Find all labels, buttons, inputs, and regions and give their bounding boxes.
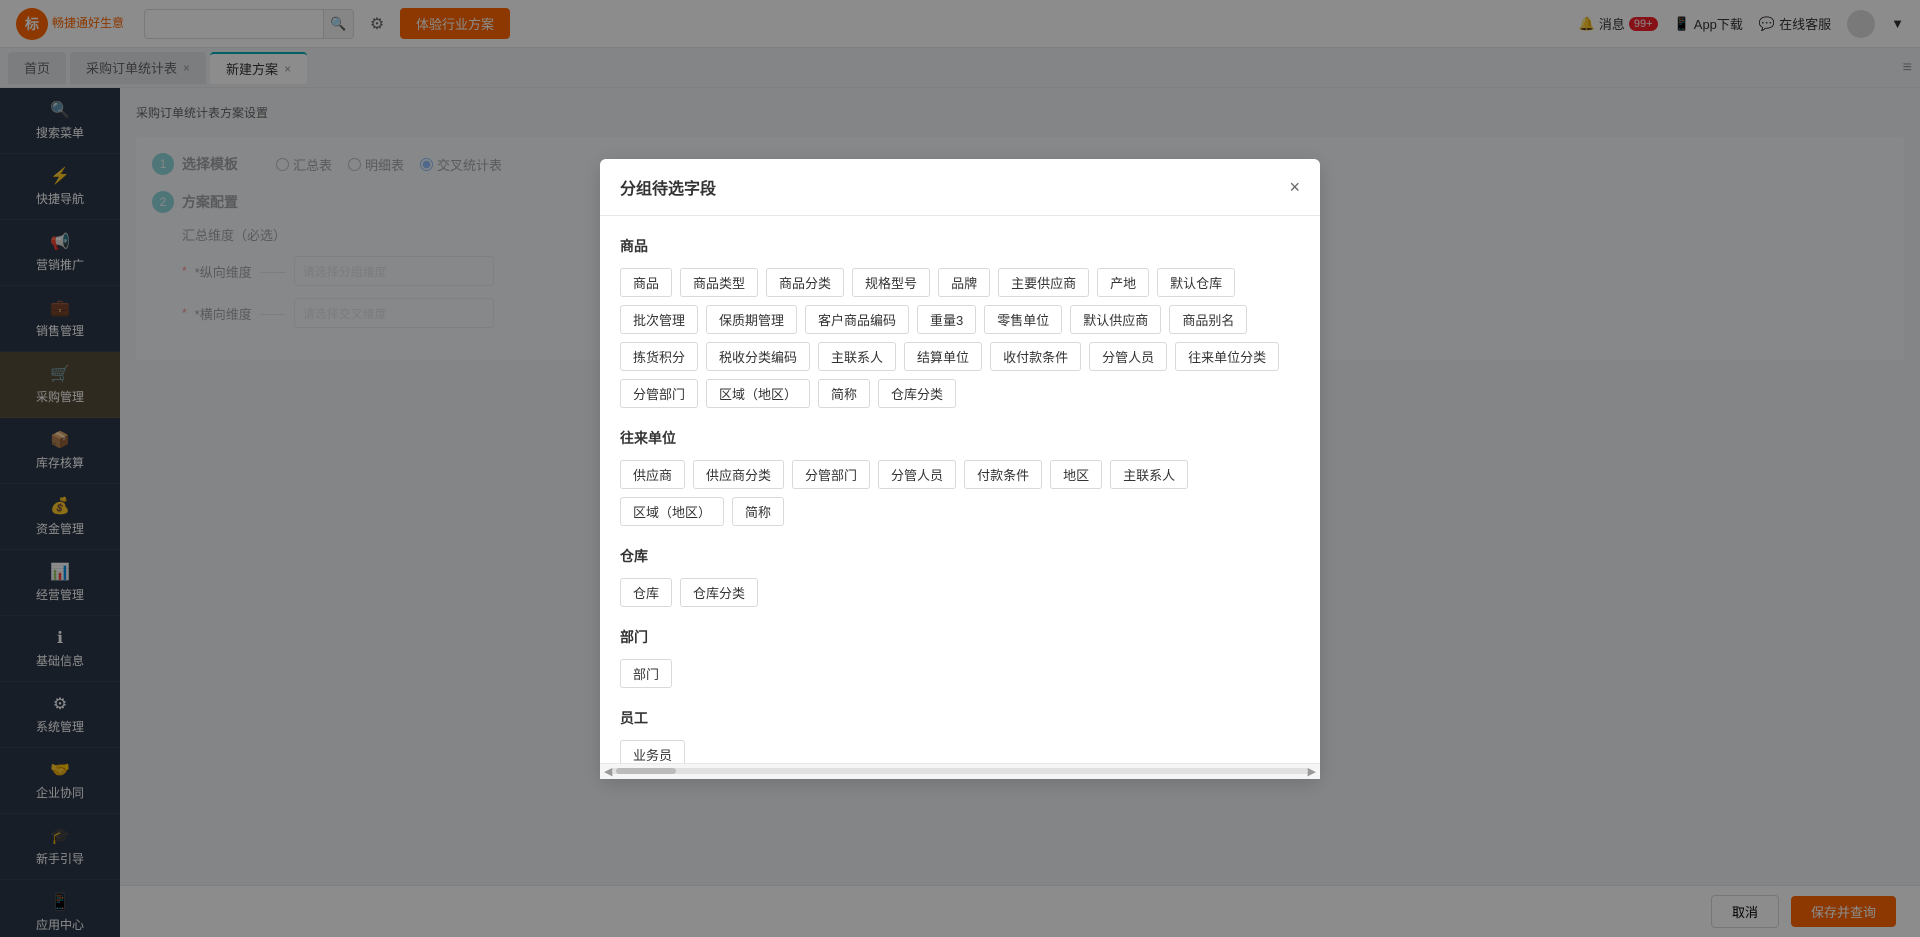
field-tag-1-7[interactable]: 区域（地区） — [620, 497, 724, 526]
field-tag-0-0[interactable]: 商品 — [620, 268, 672, 297]
field-tag-0-5[interactable]: 主要供应商 — [998, 268, 1089, 297]
field-tag-0-18[interactable]: 结算单位 — [904, 342, 982, 371]
field-tag-0-24[interactable]: 简称 — [818, 379, 870, 408]
field-tag-0-20[interactable]: 分管人员 — [1089, 342, 1167, 371]
field-tag-0-10[interactable]: 客户商品编码 — [805, 305, 909, 334]
modal-header: 分组待选字段 × — [600, 159, 1320, 216]
modal-close-button[interactable]: × — [1289, 178, 1300, 196]
modal-dialog: 分组待选字段 × 商品商品商品类型商品分类规格型号品牌主要供应商产地默认仓库批次… — [600, 159, 1320, 779]
field-tag-3-0[interactable]: 部门 — [620, 659, 672, 688]
field-tag-0-6[interactable]: 产地 — [1097, 268, 1149, 297]
field-tag-0-4[interactable]: 品牌 — [938, 268, 990, 297]
field-tag-1-0[interactable]: 供应商 — [620, 460, 685, 489]
field-tag-1-8[interactable]: 简称 — [732, 497, 784, 526]
field-tag-0-16[interactable]: 税收分类编码 — [706, 342, 810, 371]
modal-section-1: 往来单位供应商供应商分类分管部门分管人员付款条件地区主联系人区域（地区） 简称 — [620, 428, 1300, 526]
field-tag-0-7[interactable]: 默认仓库 — [1157, 268, 1235, 297]
section-title-4: 员工 — [620, 708, 1300, 728]
modal-section-3: 部门部门 — [620, 627, 1300, 688]
field-tag-0-8[interactable]: 批次管理 — [620, 305, 698, 334]
field-tag-0-3[interactable]: 规格型号 — [852, 268, 930, 297]
field-tag-0-9[interactable]: 保质期管理 — [706, 305, 797, 334]
field-tag-0-25[interactable]: 仓库分类 — [878, 379, 956, 408]
section-title-2: 仓库 — [620, 546, 1300, 566]
field-tag-0-19[interactable]: 收付款条件 — [990, 342, 1081, 371]
field-tag-1-6[interactable]: 主联系人 — [1110, 460, 1188, 489]
field-tag-0-15[interactable]: 拣货积分 — [620, 342, 698, 371]
field-tag-0-11[interactable]: 重量3 — [917, 305, 976, 334]
field-grid-1: 供应商供应商分类分管部门分管人员付款条件地区主联系人区域（地区） 简称 — [620, 460, 1300, 526]
field-tag-0-13[interactable]: 默认供应商 — [1070, 305, 1161, 334]
field-tag-2-1[interactable]: 仓库分类 — [680, 578, 758, 607]
field-grid-3: 部门 — [620, 659, 1300, 688]
field-grid-2: 仓库仓库分类 — [620, 578, 1300, 607]
field-tag-0-1[interactable]: 商品类型 — [680, 268, 758, 297]
section-title-1: 往来单位 — [620, 428, 1300, 448]
field-tag-0-21[interactable]: 往来单位分类 — [1175, 342, 1279, 371]
field-tag-1-2[interactable]: 分管部门 — [792, 460, 870, 489]
field-tag-1-1[interactable]: 供应商分类 — [693, 460, 784, 489]
field-tag-0-2[interactable]: 商品分类 — [766, 268, 844, 297]
field-tag-1-4[interactable]: 付款条件 — [964, 460, 1042, 489]
modal-hscroll[interactable]: ◀ ▶ — [600, 763, 1320, 779]
modal-section-2: 仓库仓库仓库分类 — [620, 546, 1300, 607]
section-title-0: 商品 — [620, 236, 1300, 256]
field-tag-0-14[interactable]: 商品别名 — [1169, 305, 1247, 334]
field-tag-4-0[interactable]: 业务员 — [620, 740, 685, 763]
modal-section-4: 员工业务员 — [620, 708, 1300, 763]
field-tag-1-3[interactable]: 分管人员 — [878, 460, 956, 489]
hscroll-track[interactable] — [612, 768, 1307, 774]
modal-section-0: 商品商品商品类型商品分类规格型号品牌主要供应商产地默认仓库批次管理保质期管理客户… — [620, 236, 1300, 408]
modal-overlay: 分组待选字段 × 商品商品商品类型商品分类规格型号品牌主要供应商产地默认仓库批次… — [0, 0, 1920, 937]
section-title-3: 部门 — [620, 627, 1300, 647]
field-tag-0-12[interactable]: 零售单位 — [984, 305, 1062, 334]
field-grid-0: 商品商品类型商品分类规格型号品牌主要供应商产地默认仓库批次管理保质期管理客户商品… — [620, 268, 1300, 408]
hscroll-thumb[interactable] — [616, 768, 676, 774]
modal-body: 商品商品商品类型商品分类规格型号品牌主要供应商产地默认仓库批次管理保质期管理客户… — [600, 216, 1320, 763]
field-tag-0-17[interactable]: 主联系人 — [818, 342, 896, 371]
field-tag-2-0[interactable]: 仓库 — [620, 578, 672, 607]
field-tag-1-5[interactable]: 地区 — [1050, 460, 1102, 489]
modal-title: 分组待选字段 — [620, 175, 716, 199]
field-grid-4: 业务员 — [620, 740, 1300, 763]
field-tag-0-23[interactable]: 区域（地区） — [706, 379, 810, 408]
field-tag-0-22[interactable]: 分管部门 — [620, 379, 698, 408]
